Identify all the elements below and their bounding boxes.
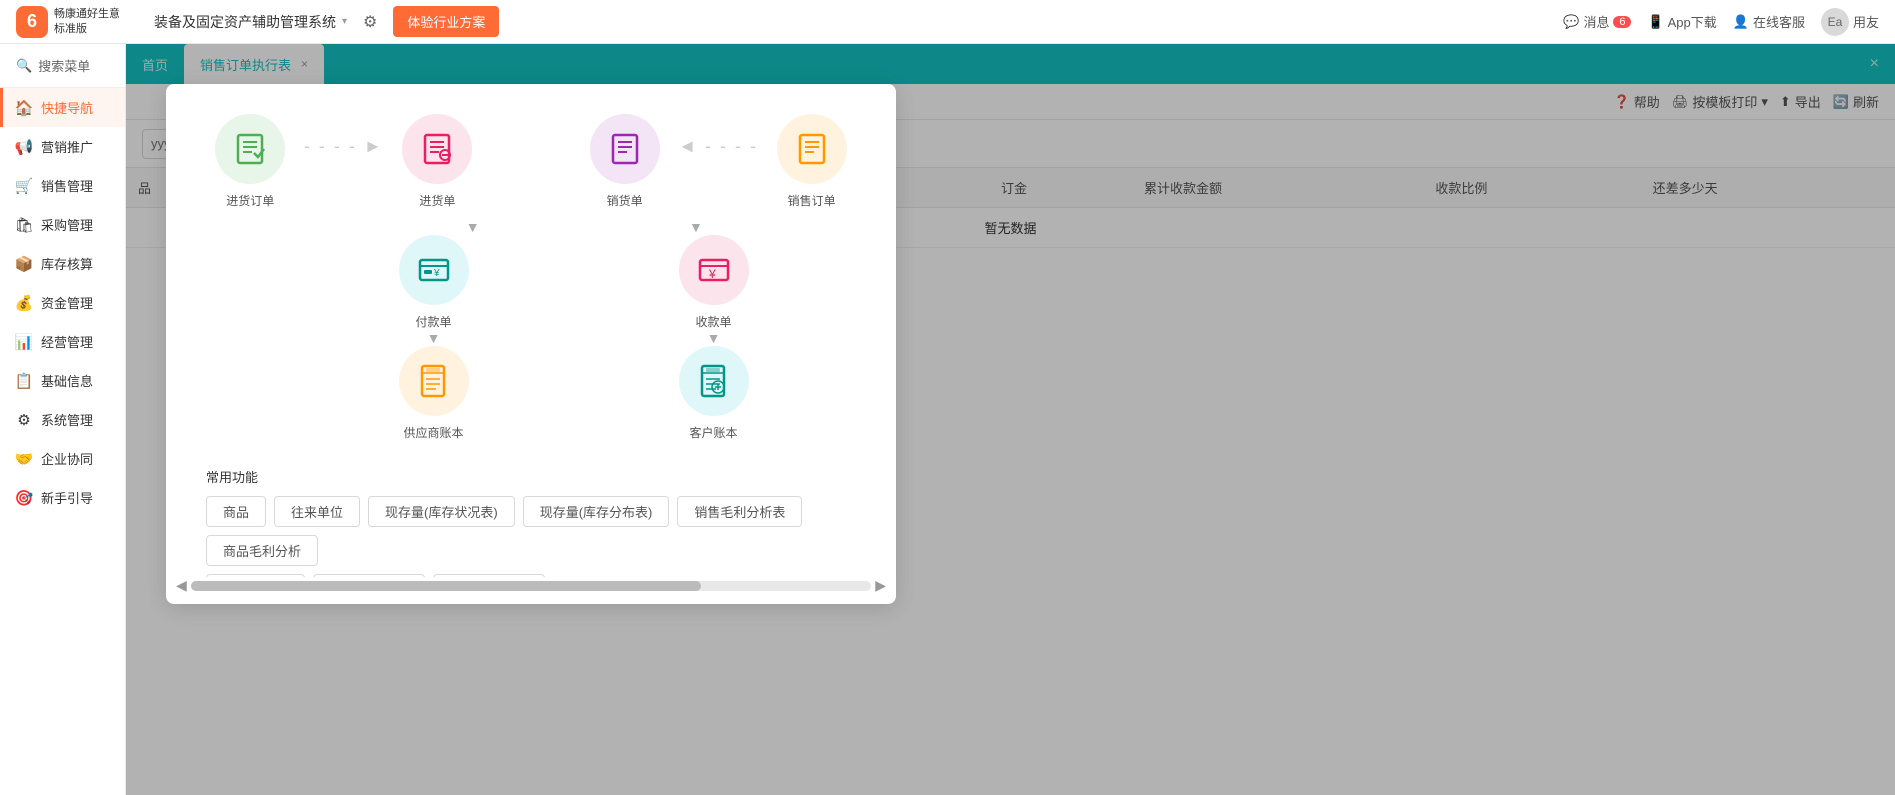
service-icon: 👤	[1733, 14, 1749, 30]
logo-area: 6 畅康通好生意 标准版	[16, 6, 142, 38]
logo-icon: 6	[16, 6, 48, 38]
scroll-handle[interactable]	[191, 581, 701, 591]
sidebar-item-guide[interactable]: 🎯 新手引导	[0, 478, 125, 517]
flow-node-sales-slip[interactable]: 销货单	[590, 114, 660, 209]
sidebar-item-sales[interactable]: 🛒 销售管理	[0, 166, 125, 205]
guide-icon: 🎯	[15, 489, 33, 507]
sidebar-item-system[interactable]: ⚙ 系统管理	[0, 400, 125, 439]
app-download-btn[interactable]: 📱 App下载	[1647, 12, 1716, 31]
sidebar-item-finance[interactable]: 💰 资金管理	[0, 283, 125, 322]
user-area[interactable]: Ea 用友	[1821, 8, 1879, 36]
message-icon: 💬	[1563, 14, 1579, 30]
scroll-track[interactable]	[191, 581, 871, 591]
flow-node-customer-ledger[interactable]: 客户账本	[679, 346, 749, 441]
inventory-icon: 📦	[15, 255, 33, 273]
trial-button[interactable]: 体验行业方案	[393, 6, 499, 37]
common-functions-section: 常用功能 商品 往来单位 现存量(库存状况表) 现存量(库存分布表) 销售毛利分…	[206, 457, 856, 577]
system-dropdown-icon[interactable]: ▾	[342, 16, 347, 27]
customer-ledger-label: 客户账本	[689, 424, 737, 441]
basic-info-icon: 📋	[15, 372, 33, 390]
flow-node-payment[interactable]: ¥ 付款单	[399, 235, 469, 330]
modal-scrollbar-row: ◀ ▶	[166, 577, 896, 604]
system-title: 装备及固定资产辅助管理系统 ▾	[154, 12, 347, 32]
marketing-icon: 📢	[15, 138, 33, 156]
payment-circle: ¥	[399, 235, 469, 305]
arrow-2: ◄ - - - -	[678, 136, 758, 157]
arrow-down-payment: ▼	[399, 330, 469, 346]
common-functions-title: 常用功能	[206, 467, 856, 486]
common-btn-partner[interactable]: 往来单位	[274, 496, 360, 527]
customer-ledger-circle	[679, 346, 749, 416]
management-icon: 📊	[15, 333, 33, 351]
receipt-label: 收款单	[695, 313, 731, 330]
sidebar-item-basic-info[interactable]: 📋 基础信息	[0, 361, 125, 400]
collab-icon: 🤝	[15, 450, 33, 468]
sidebar-nav: 🏠 快捷导航 📢 营销推广 🛒 销售管理 🛍 采购管理 📦 库存核	[0, 88, 125, 795]
purchase-slip-label: 进货单	[419, 192, 455, 209]
logo-text: 畅康通好生意 标准版	[54, 7, 120, 36]
top-right-area: 💬 消息 6 📱 App下载 👤 在线客服 Ea 用友	[1563, 8, 1879, 36]
payment-label: 付款单	[415, 313, 451, 330]
supplier-ledger-label: 供应商账本	[403, 424, 463, 441]
sidebar-item-management[interactable]: 📊 经营管理	[0, 322, 125, 361]
sidebar-search[interactable]: 🔍 搜索菜单	[0, 44, 125, 88]
purchase-icon: 🛍	[15, 216, 33, 234]
flow-node-purchase-slip[interactable]: 进货单	[402, 114, 472, 209]
supplier-ledger-circle	[399, 346, 469, 416]
common-btn-sales-profit[interactable]: 销售毛利分析表	[677, 496, 802, 527]
common-buttons-group: 商品 往来单位 现存量(库存状况表) 现存量(库存分布表) 销售毛利分析表 商品…	[206, 496, 856, 566]
flow-node-sales-order[interactable]: 销售订单	[777, 114, 847, 209]
sidebar-item-quicknav[interactable]: 🏠 快捷导航	[0, 88, 125, 127]
sales-icon: 🛒	[15, 177, 33, 195]
sidebar-item-inventory[interactable]: 📦 库存核算	[0, 244, 125, 283]
arrow-1: - - - - ►	[304, 136, 384, 157]
svg-text:¥: ¥	[433, 268, 440, 279]
scroll-right-arrow[interactable]: ▶	[875, 577, 886, 594]
modal-overlay[interactable]: 进货订单 - - - - ► 进货单	[126, 44, 1895, 795]
arrow-down-receipt: ▼	[679, 330, 749, 346]
receipt-circle: ¥	[679, 235, 749, 305]
modal-box: 进货订单 - - - - ► 进货单	[166, 84, 896, 604]
purchase-order-label: 进货订单	[226, 192, 274, 209]
common-btn-stock-status[interactable]: 现存量(库存状况表)	[368, 496, 515, 527]
arrow-down-sales: ▼	[661, 219, 731, 235]
search-icon: 🔍	[16, 58, 32, 74]
home-icon: 🏠	[15, 99, 33, 117]
sidebar: 🔍 搜索菜单 🏠 快捷导航 📢 营销推广 🛒 销售管理 🛍	[0, 44, 126, 795]
svg-text:¥: ¥	[708, 267, 716, 281]
system-icon: ⚙	[15, 411, 33, 429]
common-btn-goods[interactable]: 商品	[206, 496, 266, 527]
purchase-slip-circle	[402, 114, 472, 184]
message-btn[interactable]: 💬 消息 6	[1563, 12, 1631, 31]
sidebar-item-purchase[interactable]: 🛍 采购管理	[0, 205, 125, 244]
sidebar-item-collab[interactable]: 🤝 企业协同	[0, 439, 125, 478]
flow-node-supplier-ledger[interactable]: 供应商账本	[399, 346, 469, 441]
modal-content: 进货订单 - - - - ► 进货单	[166, 84, 896, 577]
sales-order-label: 销售订单	[788, 192, 836, 209]
flow-node-purchase-order[interactable]: 进货订单	[215, 114, 285, 209]
sidebar-item-marketing[interactable]: 📢 营销推广	[0, 127, 125, 166]
arrow-down-purchase: ▼	[438, 219, 508, 235]
message-badge: 6	[1613, 16, 1631, 28]
online-service-btn[interactable]: 👤 在线客服	[1733, 12, 1805, 31]
finance-icon: 💰	[15, 294, 33, 312]
sales-slip-circle	[590, 114, 660, 184]
avatar: Ea	[1821, 8, 1849, 36]
download-icon: 📱	[1647, 14, 1663, 30]
sales-order-circle	[777, 114, 847, 184]
scroll-left-arrow[interactable]: ◀	[176, 577, 187, 594]
common-btn-goods-profit[interactable]: 商品毛利分析	[206, 535, 318, 566]
sales-slip-label: 销货单	[607, 192, 643, 209]
flow-node-receipt[interactable]: ¥ 收款单	[679, 235, 749, 330]
gear-icon[interactable]: ⚙	[359, 8, 381, 36]
common-btn-stock-dist[interactable]: 现存量(库存分布表)	[523, 496, 670, 527]
purchase-order-circle	[215, 114, 285, 184]
